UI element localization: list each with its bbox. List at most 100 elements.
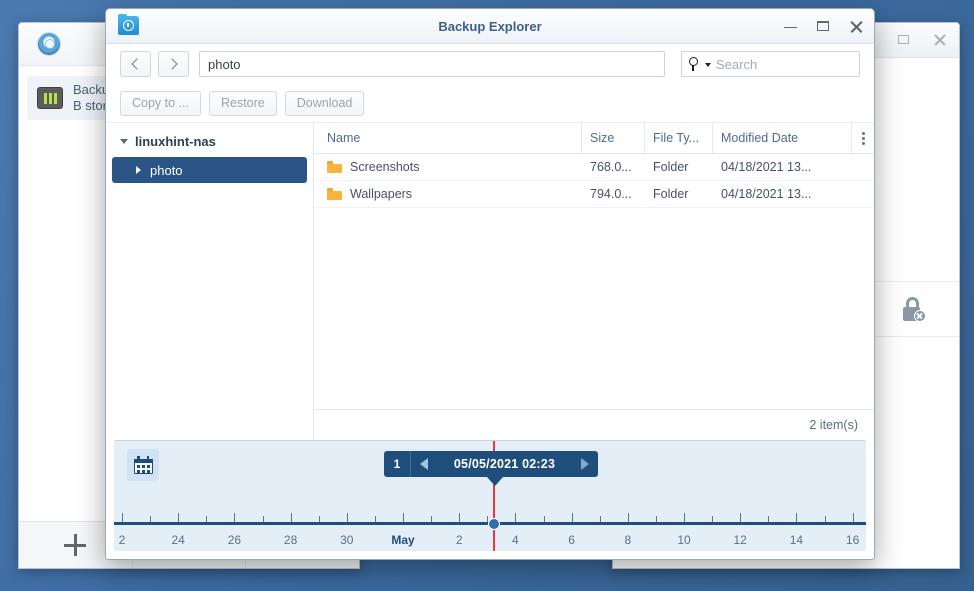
timeline-tick [178,513,180,522]
file-list-footer: 2 item(s) [314,409,874,440]
file-list: Name Size File Ty... Modified Date Scree… [314,123,874,440]
sidebar-root-label: linuxhint-nas [135,133,216,149]
forward-button[interactable] [158,51,189,77]
desktop-background: Backup B stora Backup Explorer photo Sea… [0,0,974,591]
back-button[interactable] [120,51,151,77]
download-button[interactable]: Download [284,90,365,116]
column-header-file-type[interactable]: File Ty... [645,123,713,153]
chevron-right-icon [166,58,178,70]
restore-button[interactable]: Restore [208,90,277,116]
cell-file-type: Folder [653,160,689,174]
column-header-size[interactable]: Size [582,123,645,153]
timeline-tick [740,513,742,522]
timeline-tick [852,513,854,522]
version-navigator[interactable]: 1 05/05/2021 02:23 [384,451,598,477]
plus-icon [64,534,87,556]
timeline-tick [346,513,348,522]
previous-version-button[interactable] [411,458,437,470]
close-button[interactable] [849,19,864,34]
folder-icon [327,188,342,200]
timeline-tick-label: 26 [227,533,242,547]
file-list-header: Name Size File Ty... Modified Date [314,123,874,154]
file-name-label: Wallpapers [350,187,413,201]
triangle-right-icon [581,458,589,470]
window-titlebar: Backup Explorer [106,9,874,44]
search-input[interactable]: Search [681,51,860,77]
column-options-button[interactable] [852,123,874,153]
next-version-button[interactable] [572,458,598,470]
copy-to-button[interactable]: Copy to ... [120,90,201,116]
timeline-tick-label: 14 [789,533,804,547]
window-controls [783,9,864,43]
sidebar-item-linuxhint-nas[interactable]: linuxhint-nas [106,129,313,153]
kebab-menu-icon [861,131,865,145]
timeline-tick [122,513,123,522]
item-count-label: 2 item(s) [809,418,858,432]
bg-close-button[interactable] [933,33,947,47]
cell-file-type: Folder [653,187,689,201]
cell-name: Screenshots [314,154,582,180]
column-header-name[interactable]: Name [314,123,582,153]
timeline-tick-label: 10 [677,533,691,547]
timeline-tick [459,513,461,522]
selected-datetime-label: 05/05/2021 02:23 [453,457,556,471]
timeline-tick-label: 2 [118,533,126,547]
sidebar-item-label: photo [150,162,183,178]
minimize-button[interactable] [783,19,798,34]
search-placeholder: Search [716,56,758,72]
timeline-tick [403,513,404,522]
bg-maximize-button[interactable] [897,33,911,47]
navigation-toolbar: Search [106,44,874,84]
action-toolbar: Copy to ... Restore Download [106,84,874,122]
timeline-tick-label: 16 [845,533,860,547]
lock-disabled-icon [903,297,926,322]
cell-size: 768.0... [590,160,632,174]
content-area: linuxhint-nas photo Name Size File Ty...… [106,122,874,440]
version-navigator-pointer [487,477,503,486]
cell-size: 794.0... [590,187,632,201]
triangle-left-icon [420,458,428,470]
path-input[interactable] [199,51,665,77]
folder-tree-sidebar: linuxhint-nas photo [106,123,314,440]
timeline-tick-label: 4 [512,533,519,547]
timeline-tick-label: May [391,533,415,547]
backup-folder-clock-icon [118,14,139,35]
cell-modified-date: 04/18/2021 13... [721,187,812,201]
table-row[interactable]: Wallpapers 794.0... Folder 04/18/2021 13… [314,181,874,208]
cell-modified-date: 04/18/2021 13... [721,160,812,174]
timeline-tick [684,513,685,522]
backup-timeline[interactable]: 1 05/05/2021 02:23 2 24 26 28 30 May 2 4 6 8 10 12 1… [114,440,866,551]
column-header-modified-date[interactable]: Modified Date [713,123,852,153]
timeline-tick-label: 8 [624,533,632,547]
window-title: Backup Explorer [438,18,542,34]
calendar-button[interactable] [127,449,159,481]
timeline-tick [627,513,629,522]
timeline-tick [571,513,573,522]
timeline-tick-labels: 224262830May2468101214161 [114,529,866,547]
timeline-tick-label: 28 [283,533,298,547]
backup-explorer-window[interactable]: Backup Explorer Search [105,8,875,560]
search-icon [688,57,702,71]
timeline-tick [796,513,798,522]
chevron-right-icon[interactable] [136,166,141,174]
chevron-down-icon[interactable] [120,138,128,144]
file-list-body: Screenshots 768.0... Folder 04/18/2021 1… [314,154,874,409]
timeline-tick [290,513,292,522]
chevron-left-icon [131,58,143,70]
sidebar-item-photo[interactable]: photo [112,157,307,183]
timeline-tick-label: 6 [568,533,575,547]
timeline-tick [515,513,517,522]
timeline-tick-label: 30 [340,533,354,547]
chevron-down-icon[interactable] [705,63,711,67]
maximize-button[interactable] [816,19,831,34]
timeline-tick-label: 12 [733,533,747,547]
folder-icon [327,161,342,173]
timeline-tick-label: 2 [455,533,463,547]
calendar-icon [133,456,153,474]
nas-storage-icon [37,87,63,109]
table-row[interactable]: Screenshots 768.0... Folder 04/18/2021 1… [314,154,874,181]
timeline-tick-label: 24 [171,533,185,547]
version-count: 1 [384,451,411,477]
cell-name: Wallpapers [314,181,582,207]
file-name-label: Screenshots [350,160,420,174]
